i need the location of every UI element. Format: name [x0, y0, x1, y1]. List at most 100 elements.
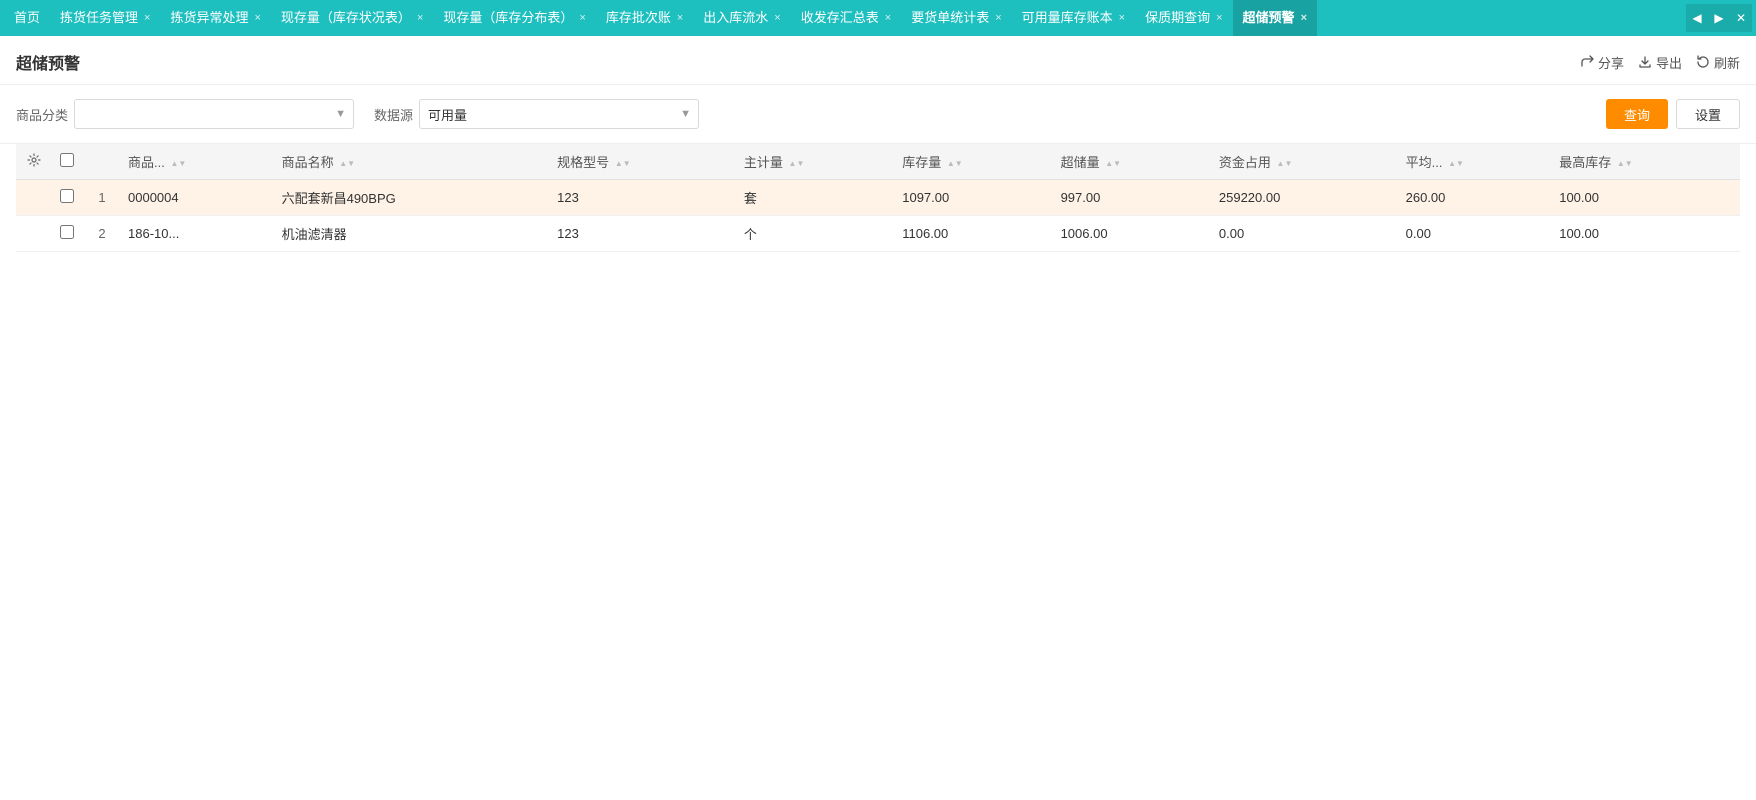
row-stock: 1097.00 [896, 180, 1054, 216]
row-capital: 0.00 [1213, 216, 1400, 252]
select-all-checkbox[interactable] [60, 153, 74, 167]
row-avg: 260.00 [1400, 180, 1554, 216]
page-header: 超储预警 分享 导出 刷新 [0, 36, 1756, 85]
col-spec-header[interactable]: 规格型号 ▲▼ [551, 144, 738, 180]
row-capital: 259220.00 [1213, 180, 1400, 216]
sort-arrows-icon: ▲▼ [947, 160, 963, 168]
close-icon[interactable]: × [774, 0, 780, 36]
nav-arrow-group: ◀ ▶ ✕ [1686, 4, 1752, 32]
row-overstock: 1006.00 [1055, 216, 1213, 252]
query-button[interactable]: 查询 [1606, 99, 1668, 129]
category-label: 商品分类 [16, 105, 68, 124]
nav-stock-dist[interactable]: 现存量（库存分布表） × [433, 0, 595, 36]
col-overstock-header[interactable]: 超储量 ▲▼ [1055, 144, 1213, 180]
col-maxstock-header[interactable]: 最高库存 ▲▼ [1553, 144, 1740, 180]
refresh-button[interactable]: 刷新 [1696, 53, 1740, 72]
row-checkbox[interactable] [60, 225, 74, 239]
row-index: 2 [82, 216, 122, 252]
table-row: 1 0000004 六配套新昌490BPG 123 套 1097.00 997.… [16, 180, 1740, 216]
sort-arrows-icon: ▲▼ [339, 160, 355, 168]
gear-settings-icon[interactable] [27, 153, 41, 167]
nav-close-button[interactable]: ✕ [1730, 4, 1752, 32]
nav-shelf-life[interactable]: 保质期查询 × [1135, 0, 1232, 36]
row-name: 六配套新昌490BPG [276, 180, 552, 216]
close-icon[interactable]: × [995, 0, 1001, 36]
row-code: 186-10... [122, 216, 276, 252]
overstock-table: 商品... ▲▼ 商品名称 ▲▼ 规格型号 ▲▼ 主计量 ▲▼ [16, 144, 1740, 252]
close-icon[interactable]: × [885, 0, 891, 36]
nav-next-button[interactable]: ▶ [1708, 4, 1730, 32]
close-icon[interactable]: × [579, 0, 585, 36]
nav-batch-account[interactable]: 库存批次账 × [596, 0, 693, 36]
row-stock: 1106.00 [896, 216, 1054, 252]
header-actions: 分享 导出 刷新 [1580, 53, 1740, 72]
nav-home[interactable]: 首页 [4, 0, 50, 36]
col-avg-header[interactable]: 平均... ▲▼ [1400, 144, 1554, 180]
sort-arrows-icon: ▲▼ [789, 160, 805, 168]
nav-pick-task[interactable]: 拣货任务管理 × [50, 0, 160, 36]
share-button[interactable]: 分享 [1580, 53, 1624, 72]
close-icon[interactable]: × [254, 0, 260, 36]
close-icon[interactable]: × [1216, 0, 1222, 36]
close-icon[interactable]: × [144, 0, 150, 36]
nav-available-stock[interactable]: 可用量库存账本 × [1012, 0, 1135, 36]
col-capital-header[interactable]: 资金占用 ▲▼ [1213, 144, 1400, 180]
col-checkbox-header [52, 144, 82, 180]
sort-arrows-icon: ▲▼ [1277, 160, 1293, 168]
datasource-filter: 数据源 可用量 ▼ [374, 99, 699, 129]
table-row: 2 186-10... 机油滤清器 123 个 1106.00 1006.00 … [16, 216, 1740, 252]
filter-buttons: 查询 设置 [1606, 99, 1740, 129]
share-icon [1580, 55, 1594, 69]
datasource-select[interactable]: 可用量 [419, 99, 699, 129]
top-navigation: 首页 拣货任务管理 × 拣货异常处理 × 现存量（库存状况表） × 现存量（库存… [0, 0, 1756, 36]
table-container: 商品... ▲▼ 商品名称 ▲▼ 规格型号 ▲▼ 主计量 ▲▼ [0, 144, 1756, 252]
sort-arrows-icon: ▲▼ [615, 160, 631, 168]
row-spec: 123 [551, 216, 738, 252]
export-button[interactable]: 导出 [1638, 53, 1682, 72]
datasource-label: 数据源 [374, 105, 413, 124]
nav-inout-flow[interactable]: 出入库流水 × [693, 0, 790, 36]
close-icon[interactable]: × [1301, 0, 1307, 36]
col-index-header [82, 144, 122, 180]
row-overstock: 997.00 [1055, 180, 1213, 216]
row-unit: 套 [738, 180, 896, 216]
row-spec: 123 [551, 180, 738, 216]
category-select-wrap: ▼ [74, 99, 354, 129]
close-icon[interactable]: × [677, 0, 683, 36]
sort-arrows-icon: ▲▼ [1105, 160, 1121, 168]
row-checkbox[interactable] [60, 189, 74, 203]
row-checkbox-cell [52, 216, 82, 252]
nav-pick-abnormal[interactable]: 拣货异常处理 × [160, 0, 270, 36]
nav-stock-status[interactable]: 现存量（库存状况表） × [271, 0, 433, 36]
row-gear-cell [16, 180, 52, 216]
col-stock-header[interactable]: 库存量 ▲▼ [896, 144, 1054, 180]
datasource-select-wrap: 可用量 ▼ [419, 99, 699, 129]
col-code-header[interactable]: 商品... ▲▼ [122, 144, 276, 180]
sort-arrows-icon: ▲▼ [1617, 160, 1633, 168]
row-code: 0000004 [122, 180, 276, 216]
refresh-icon [1696, 55, 1710, 69]
col-gear-header [16, 144, 52, 180]
row-avg: 0.00 [1400, 216, 1554, 252]
row-gear-cell [16, 216, 52, 252]
sort-arrows-icon: ▲▼ [1448, 160, 1464, 168]
sort-arrows-icon: ▲▼ [170, 160, 186, 168]
row-index: 1 [82, 180, 122, 216]
category-select[interactable] [74, 99, 354, 129]
nav-overstock[interactable]: 超储预警 × [1233, 0, 1317, 36]
col-unit-header[interactable]: 主计量 ▲▼ [738, 144, 896, 180]
row-maxstock: 100.00 [1553, 216, 1740, 252]
settings-button[interactable]: 设置 [1676, 99, 1740, 129]
filter-area: 商品分类 ▼ 数据源 可用量 ▼ 查询 设置 [0, 85, 1756, 144]
export-icon [1638, 55, 1652, 69]
category-filter: 商品分类 ▼ [16, 99, 354, 129]
nav-req-stat[interactable]: 要货单统计表 × [901, 0, 1011, 36]
close-icon[interactable]: × [417, 0, 423, 36]
col-name-header[interactable]: 商品名称 ▲▼ [276, 144, 552, 180]
nav-summary[interactable]: 收发存汇总表 × [791, 0, 901, 36]
nav-prev-button[interactable]: ◀ [1686, 4, 1708, 32]
close-icon[interactable]: × [1119, 0, 1125, 36]
row-name: 机油滤清器 [276, 216, 552, 252]
page-content: 超储预警 分享 导出 刷新 商品 [0, 36, 1756, 800]
row-unit: 个 [738, 216, 896, 252]
